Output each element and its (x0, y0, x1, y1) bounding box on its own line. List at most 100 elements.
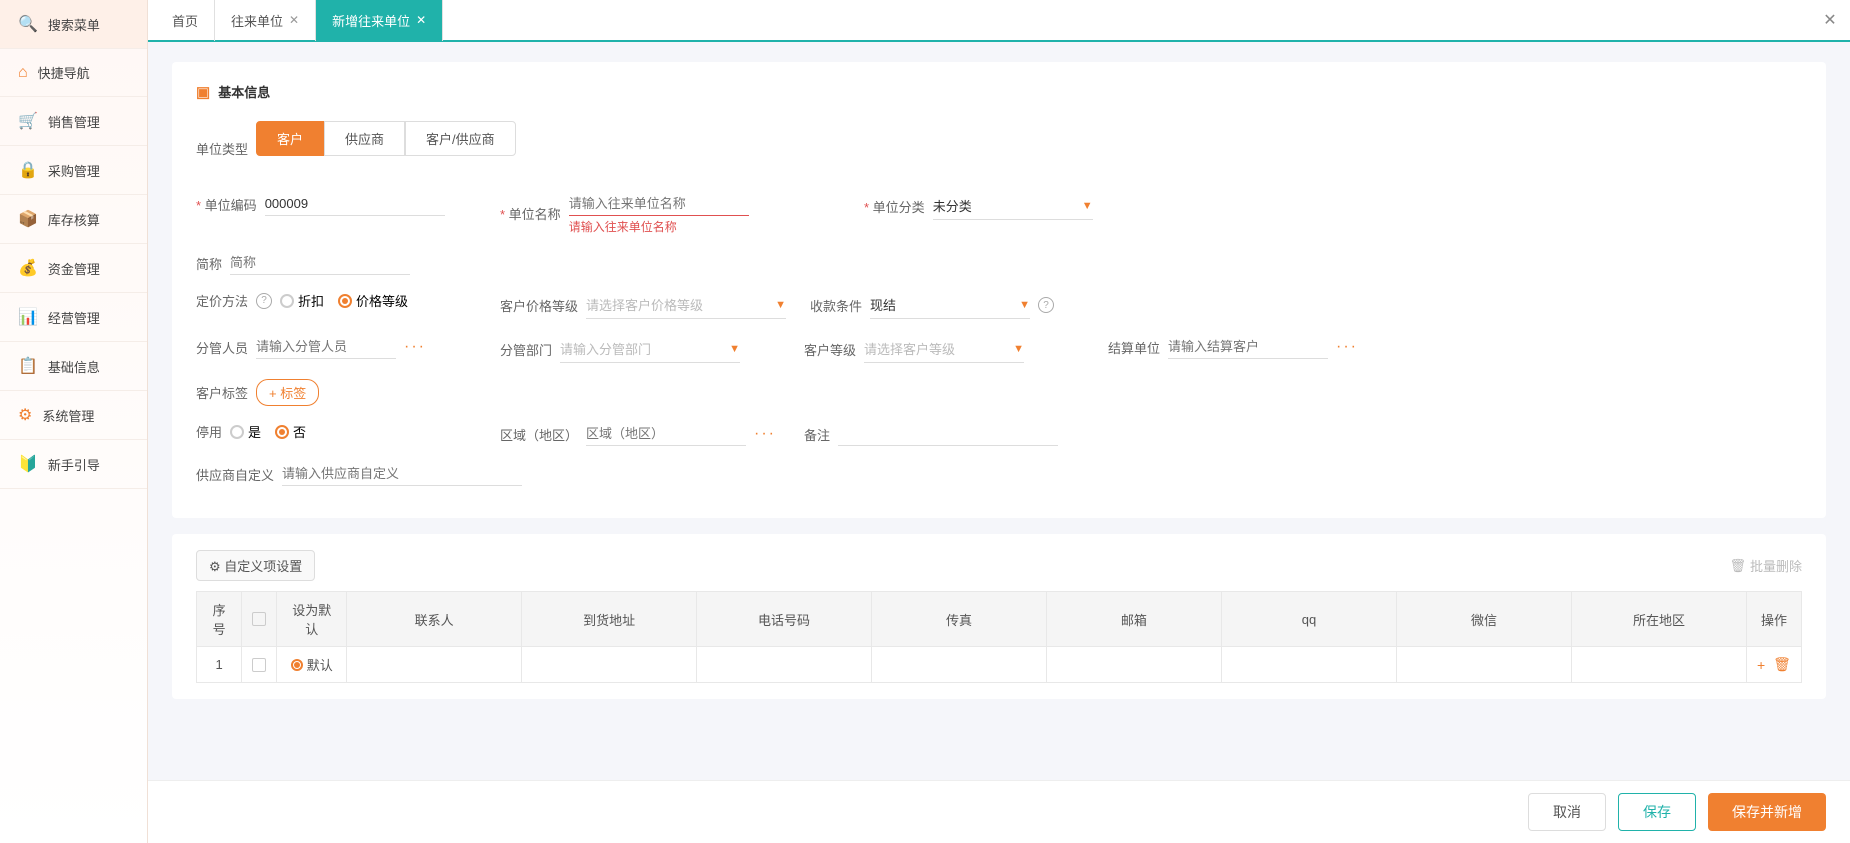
sidebar-item-inventory[interactable]: 📦 库存核算 (0, 195, 147, 244)
manager-more-btn[interactable]: ··· (404, 338, 426, 356)
settlement-more-btn[interactable]: ··· (1336, 338, 1358, 356)
address-input[interactable] (532, 657, 686, 672)
custom-settings-button[interactable]: ⚙ 自定义项设置 (196, 550, 315, 581)
tab-new-partner[interactable]: 新增往来单位 ✕ (316, 0, 443, 41)
sidebar-item-base-info[interactable]: 📋 基础信息 (0, 342, 147, 391)
cell-fax[interactable] (872, 647, 1047, 683)
disabled-field: 停用 是 否 (196, 422, 476, 441)
remark-input[interactable] (838, 422, 1058, 446)
table-row: 1 默认 (197, 647, 1802, 683)
sidebar-item-finance[interactable]: 💰 资金管理 (0, 244, 147, 293)
tab-partners[interactable]: 往来单位 ✕ (215, 0, 316, 41)
phone-input[interactable] (707, 657, 861, 672)
region-more-btn[interactable]: ··· (754, 425, 776, 443)
department-label: 分管部门 (500, 340, 552, 359)
contact-input[interactable] (357, 657, 511, 672)
unit-type-row: 单位类型 客户 供应商 客户/供应商 (196, 121, 1802, 176)
cell-contact[interactable] (347, 647, 522, 683)
sidebar-item-guide[interactable]: 🔰 新手引导 (0, 440, 147, 489)
customer-price-placeholder: 请选择客户价格等级 (586, 295, 771, 314)
customer-level-select[interactable]: 请选择客户等级 ▼ (864, 335, 1024, 363)
radio-discount[interactable]: 折扣 (280, 291, 324, 310)
radio-disabled-yes[interactable]: 是 (230, 422, 261, 441)
batch-delete-button[interactable]: 🗑 批量删除 (1729, 556, 1802, 575)
supplier-custom-row: 供应商自定义 (196, 462, 1802, 486)
supplier-custom-input[interactable] (282, 462, 522, 486)
unit-category-select[interactable]: 未分类 ▼ (933, 192, 1093, 220)
tab-home[interactable]: 首页 (156, 0, 215, 41)
customer-price-select[interactable]: 请选择客户价格等级 ▼ (586, 291, 786, 319)
sidebar-label-sales: 销售管理 (48, 112, 100, 131)
qq-input[interactable] (1232, 657, 1386, 672)
settlement-unit-input[interactable] (1168, 335, 1328, 359)
col-contact: 联系人 (347, 592, 522, 647)
col-wechat: 微信 (1397, 592, 1572, 647)
inventory-icon: 📦 (18, 209, 38, 229)
tab-partners-close[interactable]: ✕ (289, 13, 299, 27)
fax-input[interactable] (882, 657, 1036, 672)
unit-category-label: 单位分类 (864, 197, 925, 216)
manager-input[interactable] (256, 335, 396, 359)
radio-disabled-yes-circle (230, 425, 244, 439)
guide-icon: 🔰 (18, 454, 38, 474)
type-btn-both[interactable]: 客户/供应商 (405, 121, 516, 156)
abbr-row: 简称 (196, 251, 1802, 275)
save-button[interactable]: 保存 (1618, 793, 1696, 831)
col-actions: 操作 (1746, 592, 1801, 647)
cell-phone[interactable] (697, 647, 872, 683)
col-email: 邮箱 (1046, 592, 1221, 647)
unit-code-input[interactable] (265, 192, 445, 216)
row-add-btn[interactable]: + (1757, 656, 1765, 673)
radio-price-level[interactable]: 价格等级 (338, 291, 408, 310)
sidebar-label-finance: 资金管理 (48, 259, 100, 278)
cell-email[interactable] (1046, 647, 1221, 683)
wechat-input[interactable] (1407, 657, 1561, 672)
cell-qq[interactable] (1221, 647, 1396, 683)
unit-name-input[interactable] (569, 192, 749, 216)
pricing-help-icon[interactable]: ? (256, 293, 272, 309)
row-delete-btn[interactable]: 🗑 (1773, 656, 1791, 673)
cancel-button[interactable]: 取消 (1528, 793, 1606, 831)
window-close-button[interactable]: ✕ (1818, 8, 1842, 32)
add-tag-button[interactable]: + 标签 (256, 379, 319, 406)
department-select[interactable]: 请输入分管部门 ▼ (560, 335, 740, 363)
payment-help-icon[interactable]: ? (1038, 297, 1054, 313)
cell-default: 默认 (277, 647, 347, 683)
cell-seq: 1 (197, 647, 242, 683)
default-radio[interactable] (291, 659, 303, 671)
sidebar-item-operations[interactable]: 📊 经营管理 (0, 293, 147, 342)
unit-name-label: 单位名称 (500, 204, 561, 223)
sidebar-item-quick-nav[interactable]: ⌂ 快捷导航 (0, 49, 147, 97)
default-label: 默认 (307, 655, 333, 674)
radio-disabled-no[interactable]: 否 (275, 422, 306, 441)
col-checkbox[interactable] (242, 592, 277, 647)
system-icon: ⚙ (18, 405, 32, 425)
col-qq: qq (1221, 592, 1396, 647)
sidebar-item-search[interactable]: 🔍 搜索菜单 (0, 0, 147, 49)
cell-wechat[interactable] (1397, 647, 1572, 683)
save-new-button[interactable]: 保存并新增 (1708, 793, 1826, 831)
payment-terms-select[interactable]: 现结 ▼ (870, 291, 1030, 319)
sidebar-item-purchase[interactable]: 🔒 采购管理 (0, 146, 147, 195)
unit-type-group: 客户 供应商 客户/供应商 (256, 121, 516, 156)
email-input[interactable] (1057, 657, 1211, 672)
cell-checkbox[interactable] (242, 647, 277, 683)
batch-delete-label: 批量删除 (1750, 556, 1802, 575)
tab-home-label: 首页 (172, 11, 198, 30)
cell-region[interactable] (1572, 647, 1747, 683)
region-input[interactable] (586, 422, 746, 446)
abbr-input[interactable] (230, 251, 410, 275)
sidebar-item-system[interactable]: ⚙ 系统管理 (0, 391, 147, 440)
type-btn-customer[interactable]: 客户 (256, 121, 324, 156)
tab-new-partner-label: 新增往来单位 (332, 11, 410, 30)
sidebar-label-guide: 新手引导 (48, 455, 100, 474)
radio-price-level-label: 价格等级 (356, 291, 408, 310)
tab-partners-label: 往来单位 (231, 11, 283, 30)
cell-address[interactable] (522, 647, 697, 683)
radio-price-level-circle (338, 294, 352, 308)
row-region-input[interactable] (1582, 657, 1736, 672)
type-btn-supplier[interactable]: 供应商 (324, 121, 405, 156)
tab-new-partner-close[interactable]: ✕ (416, 13, 426, 27)
sidebar-item-sales[interactable]: 🛒 销售管理 (0, 97, 147, 146)
operations-icon: 📊 (18, 307, 38, 327)
